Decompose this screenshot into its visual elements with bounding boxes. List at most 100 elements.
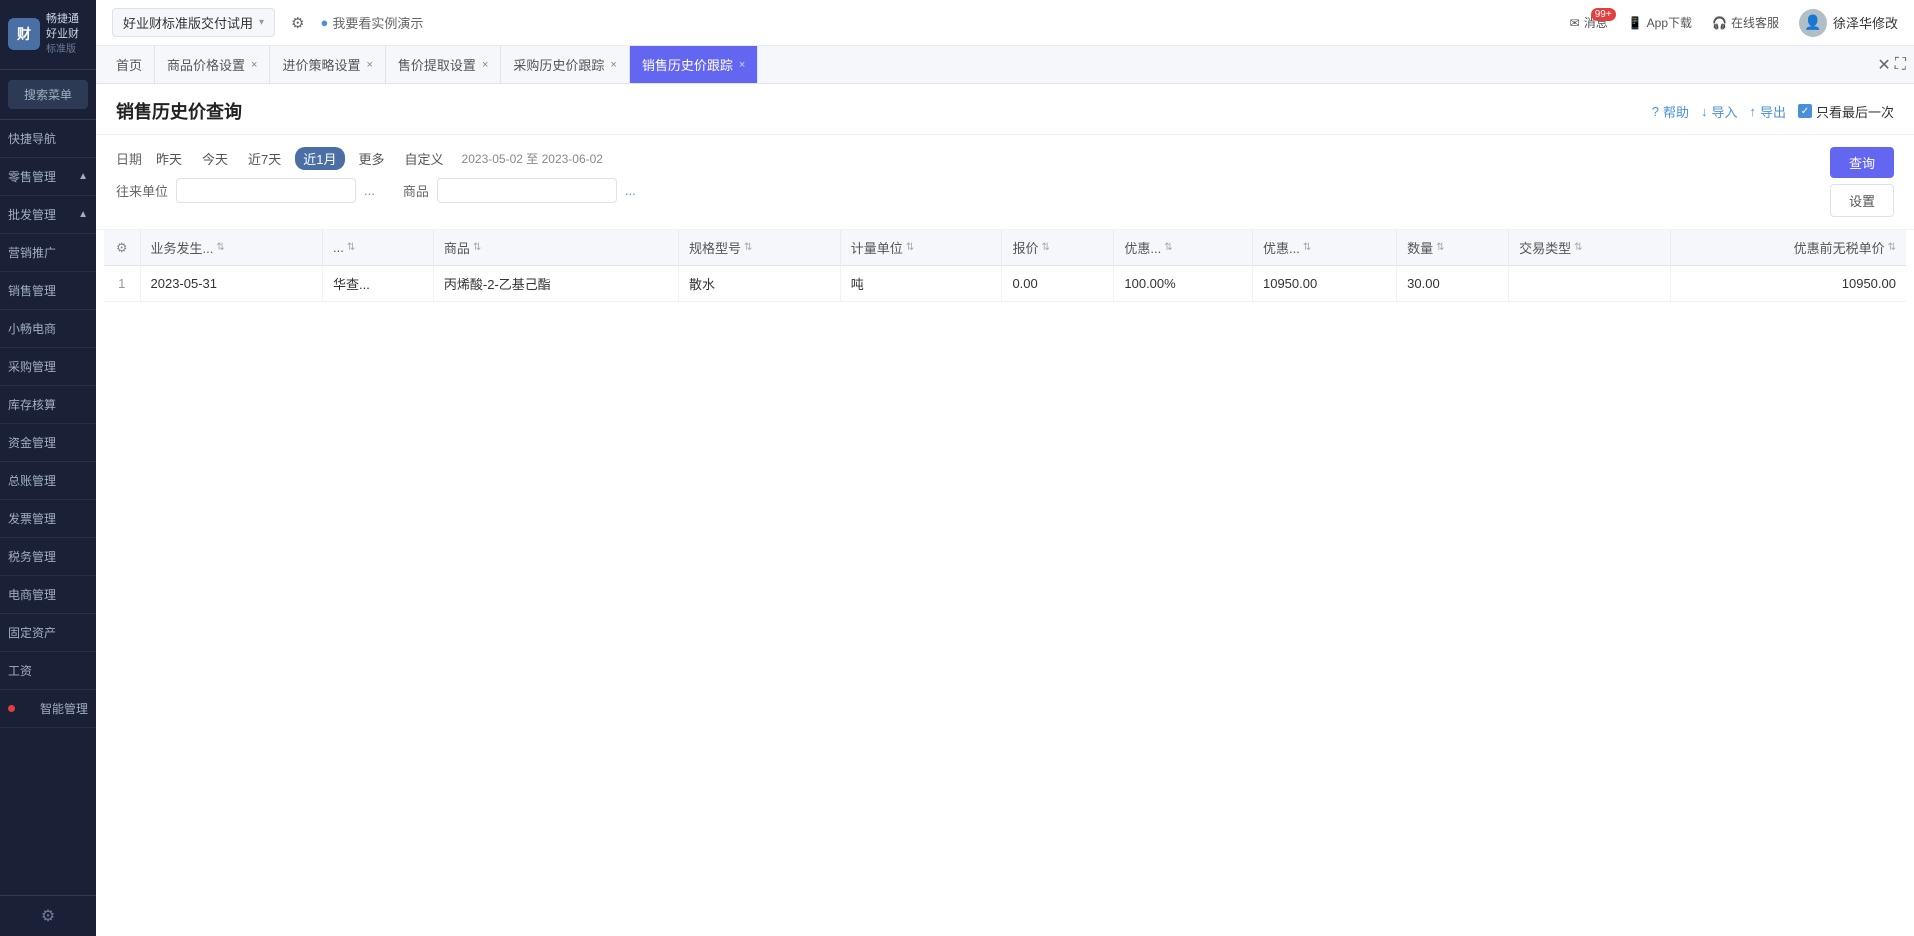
goods-filter-label: 商品 <box>403 181 429 200</box>
col-tx-type-sort[interactable]: 交易类型 ⇅ <box>1519 238 1582 257</box>
demo-link[interactable]: ● 我要看实例演示 <box>321 13 424 32</box>
demo-play-icon: ● <box>321 15 329 30</box>
date-more[interactable]: 更多 <box>353 147 391 170</box>
tab-home[interactable]: 首页 <box>104 46 155 84</box>
col-spec-sort-icon: ⇅ <box>744 242 752 253</box>
version-selector-chevron-icon: ▾ <box>259 17 264 28</box>
topbar-settings-icon[interactable]: ⚙ <box>291 14 304 32</box>
only-last-checkbox-label[interactable]: 只看最后一次 <box>1798 102 1894 121</box>
date-today[interactable]: 今天 <box>196 147 234 170</box>
col-discount1-sort[interactable]: 优惠... ⇅ <box>1124 238 1172 257</box>
tab-purchase-strategy[interactable]: 进价策略设置 × <box>270 46 385 84</box>
col-notax-price-sort[interactable]: 优惠前无税单价 ⇅ <box>1794 238 1896 257</box>
tab-purchase-strategy-close-icon[interactable]: × <box>366 59 372 71</box>
export-icon: ↑ <box>1749 104 1756 119</box>
tab-sale-history-close-icon[interactable]: × <box>739 59 745 71</box>
col-spec-sort[interactable]: 规格型号 ⇅ <box>689 238 752 257</box>
col-discount2-sort[interactable]: 优惠... ⇅ <box>1263 238 1311 257</box>
date-yesterday[interactable]: 昨天 <box>150 147 188 170</box>
filter-area: 日期 昨天 今天 近7天 近1月 更多 自定义 2023-05-02 至 202… <box>96 135 1914 230</box>
message-badge: 99+ <box>1591 8 1616 21</box>
filter-actions: 查询 设置 <box>1830 147 1894 217</box>
app-download-icon: 📱 <box>1628 16 1643 30</box>
tab-sale-price-close-icon[interactable]: × <box>482 59 488 71</box>
page-header: 销售历史价查询 ? 帮助 ↓ 导入 ↑ 导出 只看最后一次 <box>96 84 1914 135</box>
import-button[interactable]: ↓ 导入 <box>1701 102 1738 121</box>
table-header-row: ⚙ 业务发生... ⇅ ... ⇅ <box>104 230 1906 266</box>
tab-purchase-history-close-icon[interactable]: × <box>610 59 616 71</box>
col-biz-date-sort[interactable]: 业务发生... ⇅ <box>151 238 225 257</box>
col-goods-sort[interactable]: 商品 ⇅ <box>444 238 481 257</box>
col-qty-sort[interactable]: 数量 ⇅ <box>1407 238 1444 257</box>
sidebar-item-smart[interactable]: 智能管理 <box>0 690 96 728</box>
goods-dots-button[interactable]: ... <box>625 183 636 198</box>
sidebar-item-ecommerce[interactable]: 电商管理 <box>0 576 96 614</box>
col-price-sort[interactable]: 报价 ⇅ <box>1012 238 1049 257</box>
sidebar-settings-button[interactable]: ⚙ <box>41 906 55 926</box>
only-last-checkbox[interactable] <box>1798 104 1812 118</box>
smart-dot-icon <box>8 705 15 712</box>
col-unit-sort-icon: ⇅ <box>906 242 914 253</box>
user-info[interactable]: 👤 徐泽华修改 <box>1799 9 1898 37</box>
tab-price-close-icon[interactable]: × <box>251 59 257 71</box>
col-discount1: 优惠... ⇅ <box>1114 230 1253 266</box>
main-area: 好业财标准版交付试用 ▾ ⚙ ● 我要看实例演示 ✉ 消息 99+ 📱 App下… <box>96 0 1914 936</box>
sidebar-item-purchase[interactable]: 采购管理 <box>0 348 96 386</box>
tab-maximize-button[interactable]: ⛶ <box>1895 56 1906 74</box>
sidebar-item-ecommerce-small[interactable]: 小畅电商 <box>0 310 96 348</box>
date-filter-row: 日期 昨天 今天 近7天 近1月 更多 自定义 2023-05-02 至 202… <box>116 147 1810 170</box>
sidebar-item-finance[interactable]: 资金管理 <box>0 424 96 462</box>
sidebar-item-sales[interactable]: 销售管理 <box>0 272 96 310</box>
message-button[interactable]: ✉ 消息 99+ <box>1570 14 1608 31</box>
query-button[interactable]: 查询 <box>1830 147 1894 178</box>
tab-purchase-history[interactable]: 采购历史价跟踪 × <box>501 46 629 84</box>
goods-input[interactable] <box>437 178 617 203</box>
date-custom[interactable]: 自定义 <box>399 147 450 170</box>
app-download-label: App下载 <box>1647 14 1692 31</box>
export-button[interactable]: ↑ 导出 <box>1749 102 1786 121</box>
import-icon: ↓ <box>1701 104 1708 119</box>
date-last1m[interactable]: 近1月 <box>295 147 344 170</box>
version-selector[interactable]: 好业财标准版交付试用 ▾ <box>112 8 275 37</box>
col-discount2-sort-icon: ⇅ <box>1303 242 1311 253</box>
tab-close-window-button[interactable]: ✕ <box>1877 55 1890 75</box>
version-selector-text: 好业财标准版交付试用 <box>123 13 253 32</box>
gear-icon[interactable]: ⚙ <box>116 240 128 255</box>
row-extra: 华查... <box>323 266 434 302</box>
date-last7[interactable]: 近7天 <box>242 147 287 170</box>
col-price: 报价 ⇅ <box>1002 230 1114 266</box>
search-menu-button[interactable]: 搜索菜单 <box>8 80 88 109</box>
page-actions: ? 帮助 ↓ 导入 ↑ 导出 只看最后一次 <box>1652 102 1894 121</box>
tab-sale-price[interactable]: 售价提取设置 × <box>386 46 501 84</box>
sidebar-item-quick-nav[interactable]: 快捷导航 <box>0 120 96 158</box>
sidebar-item-retail[interactable]: 零售管理 ▲ <box>0 158 96 196</box>
sidebar-item-payroll[interactable]: 工资 <box>0 652 96 690</box>
row-tx-type <box>1509 266 1671 302</box>
partner-dots-button[interactable]: ... <box>364 183 375 198</box>
online-service-button[interactable]: 🎧 在线客服 <box>1712 14 1779 31</box>
tab-price[interactable]: 商品价格设置 × <box>155 46 270 84</box>
col-extra-sort[interactable]: ... ⇅ <box>333 240 355 255</box>
sidebar-item-tax[interactable]: 税务管理 <box>0 538 96 576</box>
sidebar-item-general-ledger[interactable]: 总账管理 <box>0 462 96 500</box>
tab-sale-history[interactable]: 销售历史价跟踪 × <box>630 46 758 84</box>
col-extra: ... ⇅ <box>323 230 434 266</box>
sidebar: 财 畅捷通好业财 标准版 搜索菜单 快捷导航 零售管理 ▲ 批发管理 ▲ 营销推… <box>0 0 96 936</box>
help-button[interactable]: ? 帮助 <box>1652 102 1689 121</box>
col-gear[interactable]: ⚙ <box>104 230 140 266</box>
settings-button[interactable]: 设置 <box>1830 184 1894 217</box>
col-unit-sort[interactable]: 计量单位 ⇅ <box>851 238 914 257</box>
topbar-right: ✉ 消息 99+ 📱 App下载 🎧 在线客服 👤 徐泽华修改 <box>1570 9 1898 37</box>
app-download-button[interactable]: 📱 App下载 <box>1628 14 1692 31</box>
partner-input[interactable] <box>176 178 356 203</box>
results-table: ⚙ 业务发生... ⇅ ... ⇅ <box>104 230 1906 302</box>
sidebar-item-fixed-assets[interactable]: 固定资产 <box>0 614 96 652</box>
col-extra-sort-icon: ⇅ <box>347 242 355 253</box>
sidebar-item-inventory[interactable]: 库存核算 <box>0 386 96 424</box>
sidebar-item-marketing[interactable]: 营销推广 <box>0 234 96 272</box>
sidebar-item-wholesale[interactable]: 批发管理 ▲ <box>0 196 96 234</box>
sidebar-item-invoice[interactable]: 发票管理 <box>0 500 96 538</box>
col-unit: 计量单位 ⇅ <box>840 230 1002 266</box>
col-qty: 数量 ⇅ <box>1397 230 1509 266</box>
row-price: 0.00 <box>1002 266 1114 302</box>
